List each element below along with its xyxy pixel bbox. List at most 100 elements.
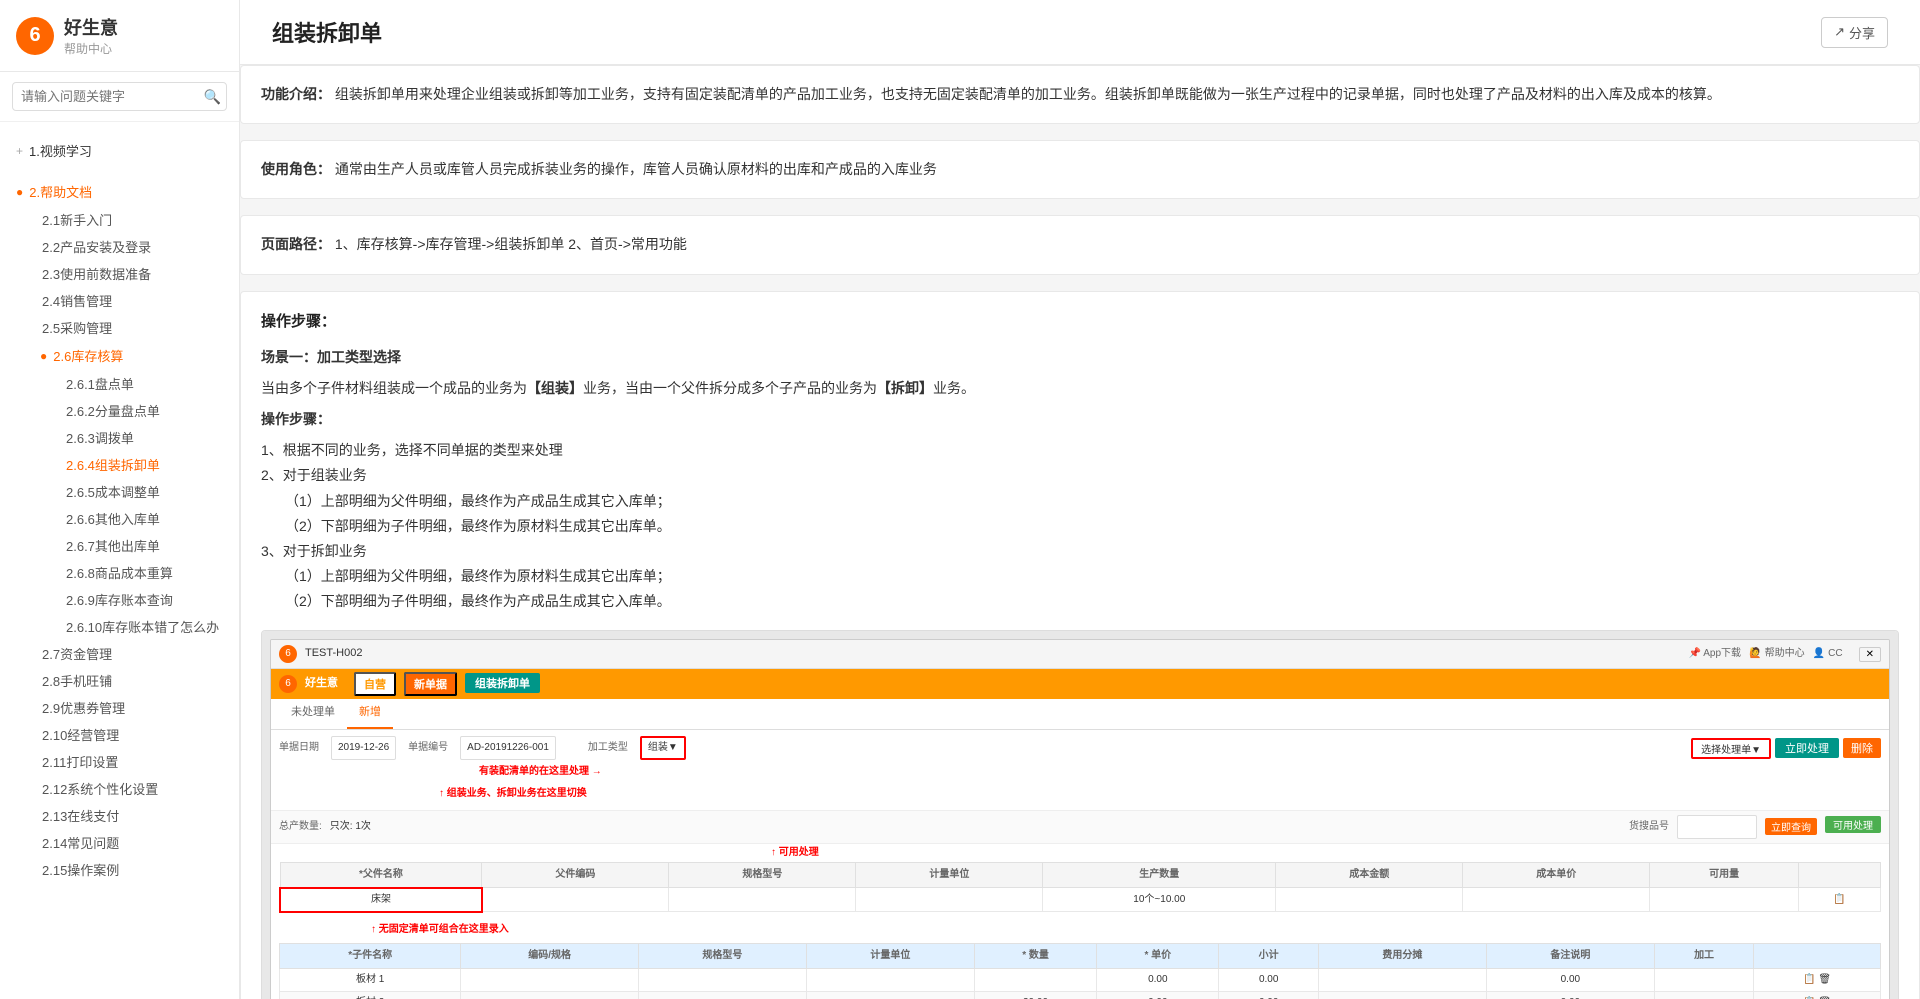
step-3-2: （2）下部明细为子件明细，最终作为产成品生成其它入库单。	[261, 589, 1899, 614]
sidebar-item-otheroutbound[interactable]: 2.6.7其他出库单	[54, 532, 223, 559]
scene1-title: 场景一：加工类型选择	[261, 345, 1899, 370]
app-logo-icon: 6	[279, 645, 297, 663]
use-role-text: 通常由生产人员或库管人员完成拆装业务的操作，库管人员确认原材料的出库和产成品的入…	[335, 161, 937, 177]
upper-cell-code	[482, 888, 669, 912]
sidebar-item-sales[interactable]: 2.4销售管理	[30, 287, 223, 314]
upper-cell-cost	[1276, 888, 1463, 912]
lr2-code	[461, 991, 639, 999]
sidebar-item-splitcount[interactable]: 2.6.2分量盘点单	[54, 397, 223, 424]
num-label: 单据编号	[408, 739, 448, 757]
delete-btn[interactable]: 删除	[1843, 738, 1881, 758]
lower-th-ops	[1754, 943, 1881, 968]
lower-th-subtotal: 小计	[1219, 943, 1318, 968]
sidebar-item-purchase[interactable]: 2.5采购管理	[30, 314, 223, 341]
sidebar-item-install[interactable]: 2.2产品安装及登录	[30, 233, 223, 260]
logo-subtitle: 帮助中心	[64, 40, 118, 57]
upper-th-action	[1799, 862, 1881, 888]
tab-bar: 未处理单 新增	[271, 699, 1889, 730]
sidebar-item-inventory[interactable]: ● 2.6库存核算	[30, 341, 223, 370]
search-button[interactable]: 🔍	[204, 88, 221, 105]
lower-row-2: 板材 2 30.00 0.00 0.00 0.00	[280, 991, 1881, 999]
app-nav-process[interactable]: 组装拆卸单	[465, 673, 540, 693]
tab-new[interactable]: 新增	[347, 699, 393, 729]
sidebar-item-invquery[interactable]: 2.6.9库存账本查询	[54, 586, 223, 613]
sidebar-item-faq[interactable]: 2.14常见问题	[30, 829, 223, 856]
sidebar-item-videos[interactable]: + 1.视频学习	[16, 136, 223, 165]
sidebar-item-payment[interactable]: 2.13在线支付	[30, 802, 223, 829]
save-process-btn[interactable]: 立即处理	[1775, 738, 1839, 758]
lr2-note: 0.00	[1486, 991, 1654, 999]
upper-cell-btn: 📋	[1799, 888, 1881, 912]
upper-table: *父件名称 父件编码 规格型号 计量单位 生产数量 成本金额 成本单价 可用量	[279, 862, 1881, 913]
search-input[interactable]	[12, 82, 227, 111]
search-label: 货搜品号	[1629, 818, 1669, 836]
sidebar-item-costrecalc[interactable]: 2.6.8商品成本重算	[54, 559, 223, 586]
main-content-area: 功能介绍： 组装拆卸单用来处理企业组装或拆卸等加工业务，支持有固定装配清单的产品…	[240, 65, 1920, 999]
scene1-desc: 当由多个子件材料组装成一个成品的业务为【组装】业务，当由一个父件拆分成多个子产品…	[261, 376, 1899, 401]
type-dropdown[interactable]: 组装▼	[640, 736, 686, 760]
qty-label: 总产数量:	[279, 818, 322, 836]
ann3-label: ↑ 可用处理	[271, 844, 1889, 862]
app-nav-logo: 6	[279, 675, 297, 693]
plus-icon: +	[16, 144, 23, 158]
lower-th-unit: 计量单位	[806, 943, 974, 968]
sidebar-item-print[interactable]: 2.11打印设置	[30, 748, 223, 775]
type-label: 加工类型	[588, 739, 628, 757]
sidebar-item-cases[interactable]: 2.15操作案例	[30, 856, 223, 883]
available-btn[interactable]: 可用处理	[1825, 816, 1881, 833]
page-path-label: 页面路径：	[261, 236, 331, 252]
sidebar-item-finance[interactable]: 2.7资金管理	[30, 640, 223, 667]
upper-cell-unit	[856, 888, 1043, 912]
upper-th-uprice: 成本单价	[1463, 862, 1650, 888]
logo-title: 好生意	[64, 14, 118, 40]
upper-th-code: 父件编码	[482, 862, 669, 888]
sidebar-item-coupon[interactable]: 2.9优惠券管理	[30, 694, 223, 721]
sidebar-item-ops[interactable]: 2.10经营管理	[30, 721, 223, 748]
lr2-share	[1318, 991, 1486, 999]
lr2-ops: 📋 🗑	[1754, 991, 1881, 999]
lower-table: *子件名称 编码/规格 规格型号 计量单位 * 数量 * 单价 小计 费用分摊	[279, 943, 1881, 999]
sidebar-item-assembly[interactable]: 2.6.4组装拆卸单	[54, 451, 223, 478]
select-process-btn[interactable]: 选择处理单▼	[1691, 738, 1771, 759]
step-2-2: （2）下部明细为子件明细，最终作为原材料生成其它出库单。	[261, 514, 1899, 539]
app-nav-own[interactable]: 自营	[354, 672, 396, 696]
sidebar-item-stockcount[interactable]: 2.6.1盘点单	[54, 370, 223, 397]
minus-icon: ●	[16, 185, 23, 199]
logo-icon: 6	[16, 17, 54, 55]
search-goods[interactable]	[1677, 815, 1757, 839]
app-nav-bar: 6 好生意 自营 新单据 组装拆卸单	[271, 669, 1889, 699]
step-2-1: （1）上部明细为父件明细，最终作为产成品生成其它入库单；	[261, 489, 1899, 514]
app-close-btn[interactable]: ✕	[1859, 647, 1881, 662]
sidebar-item-docs[interactable]: ● 2.帮助文档	[16, 177, 223, 206]
share-button[interactable]: ↗ 分享	[1821, 17, 1888, 48]
app-topbar-actions: 📌 App下载 🙋 帮助中心 👤 CC	[1689, 645, 1843, 663]
query-btn[interactable]: 立即查询	[1765, 818, 1817, 835]
search-row: 总产数量: 只次: 1次 货搜品号 立即查询 可用处理	[271, 811, 1889, 844]
sidebar-item-prepare[interactable]: 2.3使用前数据准备	[30, 260, 223, 287]
sidebar-item-invfix[interactable]: 2.6.10库存账本错了怎么办	[54, 613, 223, 640]
lower-th-qty: * 数量	[974, 943, 1096, 968]
app-brand: 好生意	[305, 674, 338, 694]
lr1-subtotal: 0.00	[1219, 968, 1318, 991]
lr1-ops: 📋 🗑	[1754, 968, 1881, 991]
sidebar-item-transfer[interactable]: 2.6.3调拨单	[54, 424, 223, 451]
lower-th-spec: 规格型号	[638, 943, 806, 968]
upper-th-cost: 成本金额	[1276, 862, 1463, 888]
sidebar-item-costadj[interactable]: 2.6.5成本调整单	[54, 478, 223, 505]
steps-title: 操作步骤：	[261, 308, 1899, 335]
upper-cell-qty: 10个~10.00	[1043, 888, 1276, 912]
sidebar-item-mobile[interactable]: 2.8手机旺铺	[30, 667, 223, 694]
qty-value: 只次: 1次	[330, 818, 371, 836]
step-3: 3、对于拆卸业务	[261, 539, 1899, 564]
ann2-label: ↑ 组装业务、拆卸业务在这里切换	[279, 788, 587, 799]
page-path-block: 页面路径： 1、库存核算->库存管理->组装拆卸单 2、首页->常用功能	[240, 215, 1920, 274]
lr1-unit	[806, 968, 974, 991]
sidebar-item-settings[interactable]: 2.12系统个性化设置	[30, 775, 223, 802]
upper-cell-avail	[1650, 888, 1799, 912]
sidebar-item-beginner[interactable]: 2.1新手入门	[30, 206, 223, 233]
num-value: AD-20191226-001	[460, 736, 556, 760]
sidebar-item-otherinbound[interactable]: 2.6.6其他入库单	[54, 505, 223, 532]
app-nav-new[interactable]: 新单据	[404, 672, 457, 696]
tab-unprocessed[interactable]: 未处理单	[279, 699, 347, 729]
lr2-subtotal: 0.00	[1219, 991, 1318, 999]
